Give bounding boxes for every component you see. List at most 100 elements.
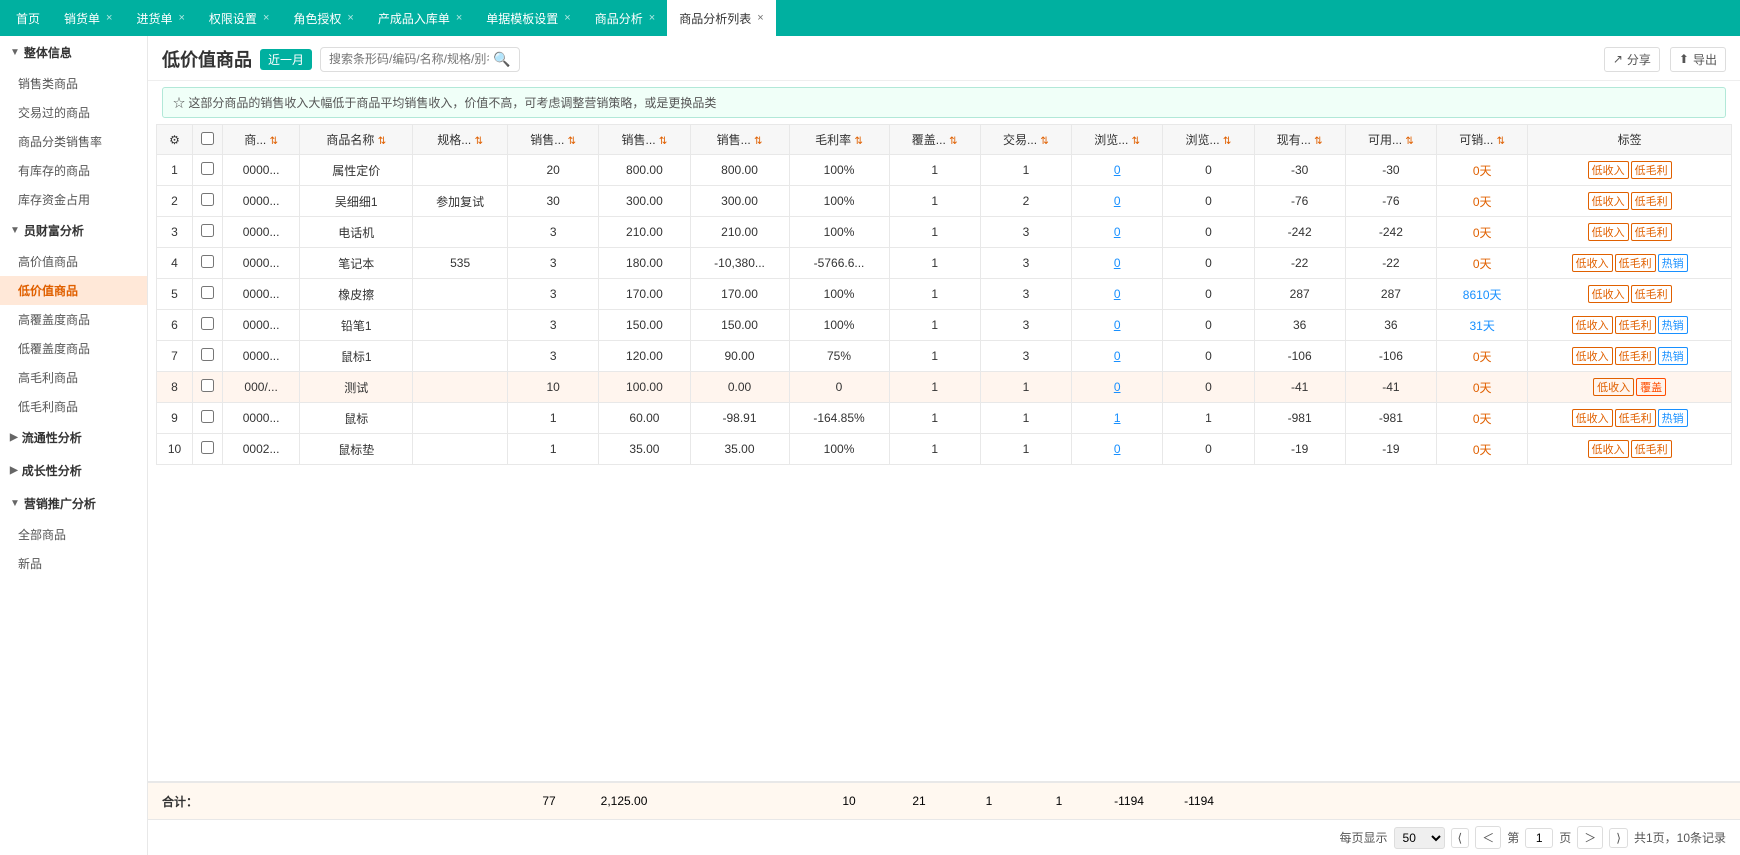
row-sale1: 30: [508, 186, 599, 217]
close-icon[interactable]: ×: [649, 12, 655, 24]
browse1-link[interactable]: 0: [1114, 287, 1121, 301]
row-checkbox[interactable]: [193, 248, 223, 279]
row-browse1[interactable]: 1: [1072, 403, 1163, 434]
close-icon[interactable]: ×: [178, 12, 184, 24]
browse1-link[interactable]: 0: [1114, 442, 1121, 456]
row-checkbox[interactable]: [193, 186, 223, 217]
sidebar-item-all-products[interactable]: 全部商品: [0, 520, 147, 549]
sidebar-item-high-coverage[interactable]: 高覆盖度商品: [0, 305, 147, 334]
row-browse1[interactable]: 0: [1072, 372, 1163, 403]
nav-product-analysis-list[interactable]: 商品分析列表 ×: [667, 0, 775, 36]
row-browse1[interactable]: 0: [1072, 279, 1163, 310]
browse1-link[interactable]: 0: [1114, 225, 1121, 239]
col-sale2[interactable]: 销售... ⇅: [599, 125, 690, 155]
browse1-link[interactable]: 0: [1114, 380, 1121, 394]
col-sale3[interactable]: 销售... ⇅: [690, 125, 789, 155]
row-checkbox[interactable]: [193, 217, 223, 248]
row-sale1: 1: [508, 403, 599, 434]
search-input[interactable]: [329, 52, 489, 66]
col-cover[interactable]: 覆盖... ⇅: [889, 125, 980, 155]
sidebar-item-high-value[interactable]: 高价值商品: [0, 247, 147, 276]
browse1-link[interactable]: 0: [1114, 349, 1121, 363]
sidebar-group-liquidity[interactable]: ▶ 流通性分析: [0, 421, 147, 454]
col-settings[interactable]: ⚙: [157, 125, 193, 155]
nav-product-analysis[interactable]: 商品分析 ×: [583, 0, 667, 36]
row-cover: 1: [889, 341, 980, 372]
row-browse1[interactable]: 0: [1072, 434, 1163, 465]
row-checkbox[interactable]: [193, 341, 223, 372]
first-page-button[interactable]: ⟨: [1451, 828, 1470, 848]
sidebar-item-low-value[interactable]: 低价值商品: [0, 276, 147, 305]
sidebar-item-low-margin[interactable]: 低毛利商品: [0, 392, 147, 421]
last-page-button[interactable]: ⟩: [1609, 828, 1628, 848]
select-all-checkbox[interactable]: [201, 132, 214, 145]
row-checkbox[interactable]: [193, 434, 223, 465]
row-checkbox[interactable]: [193, 279, 223, 310]
row-browse1[interactable]: 0: [1072, 155, 1163, 186]
browse1-link[interactable]: 0: [1114, 318, 1121, 332]
time-filter-badge[interactable]: 近一月: [260, 49, 312, 70]
sidebar-group-overall[interactable]: ▼ 整体信息: [0, 36, 147, 69]
nav-template-settings[interactable]: 单据模板设置 ×: [474, 0, 582, 36]
row-checkbox[interactable]: [193, 372, 223, 403]
prev-page-button[interactable]: ＜: [1475, 826, 1501, 849]
next-page-button[interactable]: ＞: [1577, 826, 1603, 849]
close-icon[interactable]: ×: [757, 12, 763, 24]
export-button[interactable]: ⬆ 导出: [1670, 47, 1726, 72]
col-code[interactable]: 商... ⇅: [223, 125, 300, 155]
row-browse1[interactable]: 0: [1072, 217, 1163, 248]
sidebar-group-marketing[interactable]: ▼ 营销推广分析: [0, 487, 147, 520]
sidebar-item-high-margin[interactable]: 高毛利商品: [0, 363, 147, 392]
nav-role-auth[interactable]: 角色授权 ×: [281, 0, 365, 36]
sidebar-item-stock-capital[interactable]: 库存资金占用: [0, 185, 147, 214]
per-page-select[interactable]: 50 100 200: [1394, 827, 1445, 849]
col-stock2[interactable]: 可用... ⇅: [1345, 125, 1436, 155]
search-icon[interactable]: 🔍: [493, 51, 510, 68]
row-browse1[interactable]: 0: [1072, 186, 1163, 217]
browse1-link[interactable]: 0: [1114, 256, 1121, 270]
browse1-link[interactable]: 0: [1114, 163, 1121, 177]
browse1-link[interactable]: 1: [1114, 411, 1121, 425]
nav-permission[interactable]: 权限设置 ×: [197, 0, 281, 36]
nav-home[interactable]: 首页: [4, 0, 52, 36]
nav-product-inbound[interactable]: 产成品入库单 ×: [366, 0, 474, 36]
col-browse1[interactable]: 浏览... ⇅: [1072, 125, 1163, 155]
col-browse2[interactable]: 浏览... ⇅: [1163, 125, 1254, 155]
col-trade[interactable]: 交易... ⇅: [980, 125, 1071, 155]
row-browse1[interactable]: 0: [1072, 341, 1163, 372]
sidebar-group-wealth[interactable]: ▼ 员财富分析: [0, 214, 147, 247]
sidebar-group-growth[interactable]: ▶ 成长性分析: [0, 454, 147, 487]
sidebar-item-traded-products[interactable]: 交易过的商品: [0, 98, 147, 127]
browse1-link[interactable]: 0: [1114, 194, 1121, 208]
row-checkbox[interactable]: [193, 310, 223, 341]
sidebar-item-sales-products[interactable]: 销售类商品: [0, 69, 147, 98]
close-icon[interactable]: ×: [347, 12, 353, 24]
sidebar-item-category-rate[interactable]: 商品分类销售率: [0, 127, 147, 156]
row-browse2: 1: [1163, 403, 1254, 434]
nav-sales-order[interactable]: 销货单 ×: [52, 0, 124, 36]
tag: 低收入: [1588, 192, 1629, 210]
row-sale3: 210.00: [690, 217, 789, 248]
col-name[interactable]: 商品名称 ⇅: [300, 125, 413, 155]
row-tags: 低收入低毛利热销: [1528, 403, 1732, 434]
close-icon[interactable]: ×: [456, 12, 462, 24]
col-gross[interactable]: 毛利率 ⇅: [789, 125, 889, 155]
sidebar-item-low-coverage[interactable]: 低覆盖度商品: [0, 334, 147, 363]
col-sale1[interactable]: 销售... ⇅: [508, 125, 599, 155]
col-stock3[interactable]: 可销... ⇅: [1437, 125, 1528, 155]
close-icon[interactable]: ×: [263, 12, 269, 24]
row-sale2: 35.00: [599, 434, 690, 465]
close-icon[interactable]: ×: [564, 12, 570, 24]
col-stock1[interactable]: 现有... ⇅: [1254, 125, 1345, 155]
close-icon[interactable]: ×: [106, 12, 112, 24]
nav-purchase-order[interactable]: 进货单 ×: [124, 0, 196, 36]
row-checkbox[interactable]: [193, 403, 223, 434]
share-button[interactable]: ↗ 分享: [1604, 47, 1660, 72]
sidebar-item-stocked-products[interactable]: 有库存的商品: [0, 156, 147, 185]
row-browse2: 0: [1163, 186, 1254, 217]
sidebar-item-new-products[interactable]: 新品: [0, 549, 147, 578]
row-checkbox[interactable]: [193, 155, 223, 186]
col-spec[interactable]: 规格... ⇅: [413, 125, 508, 155]
row-browse1[interactable]: 0: [1072, 248, 1163, 279]
row-browse1[interactable]: 0: [1072, 310, 1163, 341]
